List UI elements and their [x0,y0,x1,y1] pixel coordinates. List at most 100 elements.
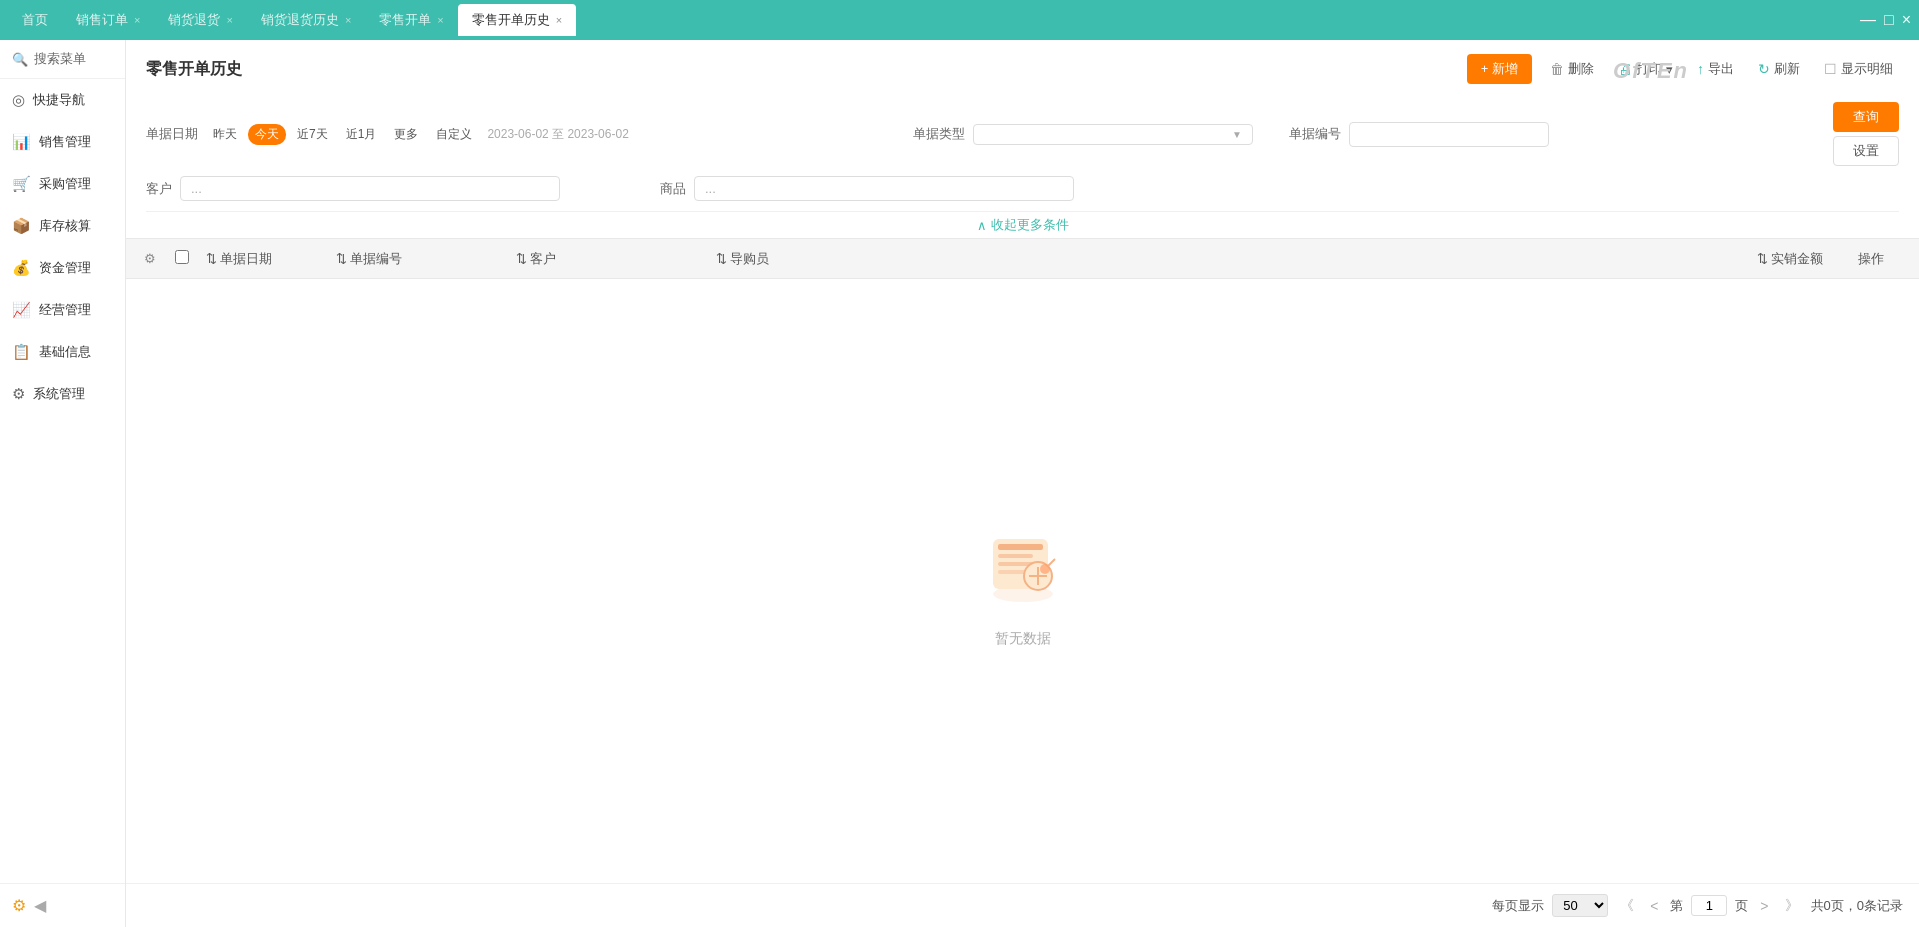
page-header: 零售开单历史 + 新增 🗑 删除 🖨 打印 ▾ ↑ 导出 [126,40,1919,239]
no-input[interactable] [1349,122,1549,147]
total-text: 共0页，0条记录 [1811,897,1903,915]
empty-illustration [973,514,1073,614]
show-detail-btn[interactable]: ☐ 显示明细 [1818,56,1899,82]
tab-close-sales-return-history[interactable]: × [345,14,351,26]
table-header: ⚙ ⇅ 单据日期 ⇅ 单据编号 ⇅ 客户 ⇅ 导购员 [126,239,1919,279]
window-max-btn[interactable]: □ [1884,11,1894,29]
page-prev-btn[interactable]: < [1646,896,1662,916]
sidebar-item-sales-mgmt[interactable]: 📊 销售管理 [0,121,125,163]
print-arrow-icon: ▾ [1666,62,1673,77]
type-select-arrow-icon: ▼ [1232,129,1242,140]
page-number-input[interactable] [1691,895,1727,916]
col-header-amount[interactable]: ⇅ 实销金额 [828,250,1831,268]
inventory-icon: 📦 [12,217,31,235]
date-btn-last-month[interactable]: 近1月 [339,124,384,145]
tab-close-sales-return[interactable]: × [226,14,232,26]
date-btn-last7[interactable]: 近7天 [290,124,335,145]
sidebar-item-finance[interactable]: 💰 资金管理 [0,247,125,289]
sidebar-item-operations[interactable]: 📈 经营管理 [0,289,125,331]
filter-customer: 客户 ... [146,176,560,201]
customer-label: 客户 [146,180,172,198]
date-btn-today[interactable]: 今天 [248,124,286,145]
col-header-ops: 操作 [1831,250,1911,268]
filter-type: 单据类型 ▼ [913,124,1253,145]
goods-label: 商品 [660,180,686,198]
sort-icon-amount: ⇅ [1757,251,1768,266]
col-header-buyer[interactable]: ⇅ 导购员 [708,250,828,268]
page-next-btn[interactable]: > [1756,896,1772,916]
window-close-btn[interactable]: × [1902,11,1911,29]
quick-nav-icon: ◎ [12,91,25,109]
page-next-next-btn[interactable]: 》 [1781,895,1803,917]
export-icon: ↑ [1697,61,1704,77]
collapse-btn[interactable]: ∧ 收起更多条件 [146,211,1899,238]
content-area: 零售开单历史 + 新增 🗑 删除 🖨 打印 ▾ ↑ 导出 [126,40,1919,927]
date-buttons: 昨天 今天 近7天 近1月 更多 自定义 [206,124,479,145]
col-header-no[interactable]: ⇅ 单据编号 [328,250,508,268]
date-range-display: 2023-06-02 至 2023-06-02 [487,126,628,143]
type-select[interactable]: ▼ [973,124,1253,145]
main-layout: 🔍 搜索菜单 ◎ 快捷导航 📊 销售管理 🛒 采购管理 📦 库存核算 💰 资金管… [0,40,1919,927]
date-label: 单据日期 [146,125,198,143]
query-button[interactable]: 查询 [1833,102,1899,132]
checkbox-icon: ☐ [1824,61,1837,77]
col-header-customer[interactable]: ⇅ 客户 [508,250,708,268]
table-select-all[interactable] [166,250,198,267]
refresh-button[interactable]: ↻ 刷新 [1752,56,1806,82]
window-min-btn[interactable]: — [1860,11,1876,29]
sidebar-item-quick-nav[interactable]: ◎ 快捷导航 [0,79,125,121]
sidebar-item-purchase-mgmt[interactable]: 🛒 采购管理 [0,163,125,205]
empty-state: 暂无数据 [126,279,1919,883]
page-title: 零售开单历史 [146,59,242,80]
sort-icon-date: ⇅ [206,251,217,266]
filter-goods: 商品 ... [660,176,1074,201]
sys-mgmt-icon: ⚙ [12,385,25,403]
sidebar-item-basic-info[interactable]: 📋 基础信息 [0,331,125,373]
page-size-select[interactable]: 20 50 100 200 [1552,894,1608,917]
tab-close-retail-open-history[interactable]: × [556,14,562,26]
page-header-top: 零售开单历史 + 新增 🗑 删除 🖨 打印 ▾ ↑ 导出 [146,54,1899,84]
svg-line-10 [1048,559,1055,566]
tab-sales-return-history[interactable]: 销货退货历史 × [247,4,365,36]
delete-button[interactable]: 🗑 删除 [1544,56,1600,82]
svg-rect-3 [998,554,1033,558]
delete-icon: 🗑 [1550,61,1564,77]
sidebar-settings-btn[interactable]: ⚙ [12,896,26,915]
print-button[interactable]: 🖨 打印 ▾ [1612,56,1679,82]
sidebar-item-inventory[interactable]: 📦 库存核算 [0,205,125,247]
tab-home[interactable]: 首页 [8,4,62,36]
sidebar-collapse-btn[interactable]: ◀ [34,896,46,915]
refresh-icon: ↻ [1758,61,1770,77]
table-settings-icon[interactable]: ⚙ [134,251,166,266]
settings-button[interactable]: 设置 [1833,136,1899,166]
empty-text: 暂无数据 [995,630,1051,648]
sidebar-search[interactable]: 🔍 搜索菜单 [0,40,125,79]
tab-retail-open[interactable]: 零售开单 × [365,4,457,36]
col-header-date[interactable]: ⇅ 单据日期 [198,250,328,268]
select-all-checkbox[interactable] [175,250,189,264]
page-label-after: 页 [1735,897,1748,915]
finance-icon: 💰 [12,259,31,277]
tab-sales-return[interactable]: 销货退货 × [154,4,246,36]
sidebar-item-sys-mgmt[interactable]: ⚙ 系统管理 [0,373,125,415]
no-label: 单据编号 [1289,125,1341,143]
table-container: ⚙ ⇅ 单据日期 ⇅ 单据编号 ⇅ 客户 ⇅ 导购员 [126,239,1919,927]
date-btn-custom[interactable]: 自定义 [429,124,479,145]
customer-input[interactable]: ... [180,176,560,201]
page-label-before: 第 [1670,897,1683,915]
tab-sales-order[interactable]: 销售订单 × [62,4,154,36]
sales-mgmt-icon: 📊 [12,133,31,151]
date-btn-more[interactable]: 更多 [387,124,425,145]
collapse-text: 收起更多条件 [991,216,1069,234]
sort-icon-customer: ⇅ [516,251,527,266]
page-prev-prev-btn[interactable]: 《 [1616,895,1638,917]
toolbar: + 新增 🗑 删除 🖨 打印 ▾ ↑ 导出 ↻ [1467,54,1899,84]
tab-close-retail-open[interactable]: × [437,14,443,26]
add-button[interactable]: + 新增 [1467,54,1532,84]
tab-close-sales-order[interactable]: × [134,14,140,26]
tab-retail-open-history[interactable]: 零售开单历史 × [458,4,576,36]
date-btn-yesterday[interactable]: 昨天 [206,124,244,145]
export-button[interactable]: ↑ 导出 [1691,56,1740,82]
goods-input[interactable]: ... [694,176,1074,201]
svg-rect-2 [998,544,1043,550]
